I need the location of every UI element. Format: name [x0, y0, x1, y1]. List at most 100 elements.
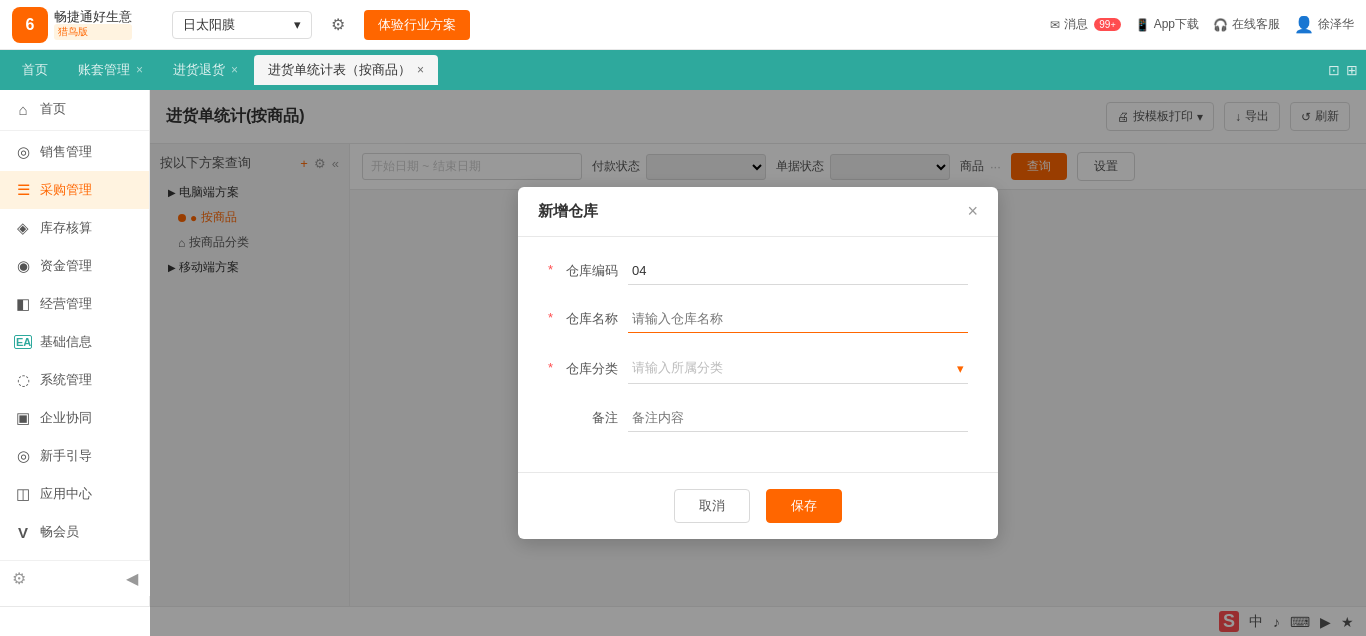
sidebar-bottom: ⚙ ◀: [0, 560, 150, 596]
sidebar-item-basic-label: 基础信息: [40, 333, 92, 351]
operation-icon: ◧: [14, 295, 32, 313]
user-avatar-btn[interactable]: 👤 徐泽华: [1294, 15, 1354, 34]
chevron-down-icon: ▾: [294, 17, 301, 32]
code-label: 仓库编码: [548, 262, 628, 280]
finance-icon: ◉: [14, 257, 32, 275]
apps-icon: ◫: [14, 485, 32, 503]
cancel-button[interactable]: 取消: [674, 489, 750, 523]
modal-overlay[interactable]: 新增仓库 × 仓库编码 仓库名称 仓库分类: [150, 90, 1366, 636]
sidebar-item-system-label: 系统管理: [40, 371, 92, 389]
headset-icon: 🎧: [1213, 18, 1228, 32]
sidebar-divider-1: [0, 130, 149, 131]
sidebar-item-inventory-label: 库存核算: [40, 219, 92, 237]
basic-icon: EA: [14, 335, 32, 349]
sidebar-item-operation-label: 经营管理: [40, 295, 92, 313]
message-icon: ✉: [1050, 18, 1060, 32]
content-area: 进货单统计(按商品) 🖨 按模板打印 ▾ ↓ 导出 ↺ 刷新: [150, 90, 1366, 636]
tab-purchase-return-label: 进货退货: [173, 61, 225, 79]
home-icon: ⌂: [14, 101, 32, 118]
code-input[interactable]: [628, 257, 968, 285]
sidebar-settings-icon[interactable]: ⚙: [12, 569, 26, 588]
sidebar-item-inventory[interactable]: ◈ 库存核算: [0, 209, 149, 247]
message-badge: 99+: [1094, 18, 1120, 31]
sidebar-item-home-label: 首页: [40, 100, 66, 118]
tabs-bar: 首页 账套管理 × 进货退货 × 进货单统计表（按商品） × ⊡ ⊞: [0, 50, 1366, 90]
add-warehouse-modal: 新增仓库 × 仓库编码 仓库名称 仓库分类: [518, 187, 998, 539]
sidebar-item-newguide[interactable]: ◎ 新手引导: [0, 437, 149, 475]
sidebar-item-apps[interactable]: ◫ 应用中心: [0, 475, 149, 513]
sidebar-item-finance[interactable]: ◉ 资金管理: [0, 247, 149, 285]
trial-button[interactable]: 体验行业方案: [364, 10, 470, 40]
sidebar-item-operation[interactable]: ◧ 经营管理: [0, 285, 149, 323]
category-placeholder: 请输入所属分类: [632, 359, 723, 377]
app-download-label: App下载: [1154, 16, 1199, 33]
form-row-category: 仓库分类 请输入所属分类 ▾: [548, 353, 968, 384]
modal-footer: 取消 保存: [518, 472, 998, 539]
sidebar-item-newguide-label: 新手引导: [40, 447, 92, 465]
sidebar-item-apps-label: 应用中心: [40, 485, 92, 503]
sidebar-item-enterprise[interactable]: ▣ 企业协同: [0, 399, 149, 437]
modal-body: 仓库编码 仓库名称 仓库分类 请输入所属分类 ▾: [518, 237, 998, 472]
sidebar-item-purchase-label: 采购管理: [40, 181, 92, 199]
modal-close-btn[interactable]: ×: [967, 201, 978, 222]
sidebar-item-sales[interactable]: ◎ 销售管理: [0, 133, 149, 171]
sidebar-item-enterprise-label: 企业协同: [40, 409, 92, 427]
sidebar-item-finance-label: 资金管理: [40, 257, 92, 275]
category-label: 仓库分类: [548, 360, 628, 378]
logo-text-block: 畅捷通好生意 猎鸟版: [54, 9, 132, 41]
form-row-name: 仓库名称: [548, 305, 968, 333]
main-layout: ⌂ 首页 ◎ 销售管理 ☰ 采购管理 ◈ 库存核算 ◉ 资金管理 ◧ 经营管理 …: [0, 90, 1366, 636]
sidebar-item-home[interactable]: ⌂ 首页: [0, 90, 149, 128]
name-label: 仓库名称: [548, 310, 628, 328]
user-name: 徐泽华: [1318, 16, 1354, 33]
sidebar-item-purchase[interactable]: ☰ 采购管理: [0, 171, 149, 209]
top-navbar: 6 畅捷通好生意 猎鸟版 日太阳膜 ▾ ⚙ 体验行业方案 ✉ 消息 99+ 📱 …: [0, 0, 1366, 50]
sidebar-item-sales-label: 销售管理: [40, 143, 92, 161]
tab-home-label: 首页: [22, 61, 48, 79]
sidebar-item-vip[interactable]: V 畅会员: [0, 513, 149, 551]
sidebar-collapse-icon[interactable]: ◀: [126, 569, 138, 588]
tab-account-close[interactable]: ×: [136, 63, 143, 77]
save-button[interactable]: 保存: [766, 489, 842, 523]
enterprise-icon: ▣: [14, 409, 32, 427]
note-input[interactable]: [628, 404, 968, 432]
sidebar-item-vip-label: 畅会员: [40, 523, 79, 541]
online-service-label: 在线客服: [1232, 16, 1280, 33]
modal-header: 新增仓库 ×: [518, 187, 998, 237]
tab-fullscreen-btn[interactable]: ⊞: [1346, 62, 1358, 78]
tab-home[interactable]: 首页: [8, 55, 62, 85]
sidebar-item-system[interactable]: ◌ 系统管理: [0, 361, 149, 399]
category-select[interactable]: 请输入所属分类 ▾: [628, 353, 968, 384]
tab-account-label: 账套管理: [78, 61, 130, 79]
sidebar: ⌂ 首页 ◎ 销售管理 ☰ 采购管理 ◈ 库存核算 ◉ 资金管理 ◧ 经营管理 …: [0, 90, 150, 636]
app-download-btn[interactable]: 📱 App下载: [1135, 16, 1199, 33]
online-service-btn[interactable]: 🎧 在线客服: [1213, 16, 1280, 33]
tab-purchase-stat-close[interactable]: ×: [417, 63, 424, 77]
logo-icon: 6: [12, 7, 48, 43]
store-selector[interactable]: 日太阳膜 ▾: [172, 11, 312, 39]
system-icon: ◌: [14, 371, 32, 389]
tab-purchase-stat[interactable]: 进货单统计表（按商品） ×: [254, 55, 438, 85]
name-input[interactable]: [628, 305, 968, 333]
settings-icon-btn[interactable]: ⚙: [322, 9, 354, 41]
vip-icon: V: [14, 524, 32, 541]
note-label: 备注: [548, 409, 628, 427]
tab-account[interactable]: 账套管理 ×: [64, 55, 157, 85]
message-label: 消息: [1064, 16, 1088, 33]
tab-purchase-stat-label: 进货单统计表（按商品）: [268, 61, 411, 79]
newguide-icon: ◎: [14, 447, 32, 465]
message-btn[interactable]: ✉ 消息 99+: [1050, 16, 1120, 33]
form-row-code: 仓库编码: [548, 257, 968, 285]
tab-restore-btn[interactable]: ⊡: [1328, 62, 1340, 78]
store-name: 日太阳膜: [183, 16, 290, 34]
tab-purchase-return[interactable]: 进货退货 ×: [159, 55, 252, 85]
sidebar-item-basic[interactable]: EA 基础信息: [0, 323, 149, 361]
tabs-right-actions: ⊡ ⊞: [1328, 62, 1358, 78]
purchase-icon: ☰: [14, 181, 32, 199]
logo-area: 6 畅捷通好生意 猎鸟版: [12, 7, 162, 43]
tab-purchase-return-close[interactable]: ×: [231, 63, 238, 77]
user-icon: 👤: [1294, 15, 1314, 34]
inventory-icon: ◈: [14, 219, 32, 237]
form-row-note: 备注: [548, 404, 968, 432]
nav-right: ✉ 消息 99+ 📱 App下载 🎧 在线客服 👤 徐泽华: [1050, 15, 1354, 34]
